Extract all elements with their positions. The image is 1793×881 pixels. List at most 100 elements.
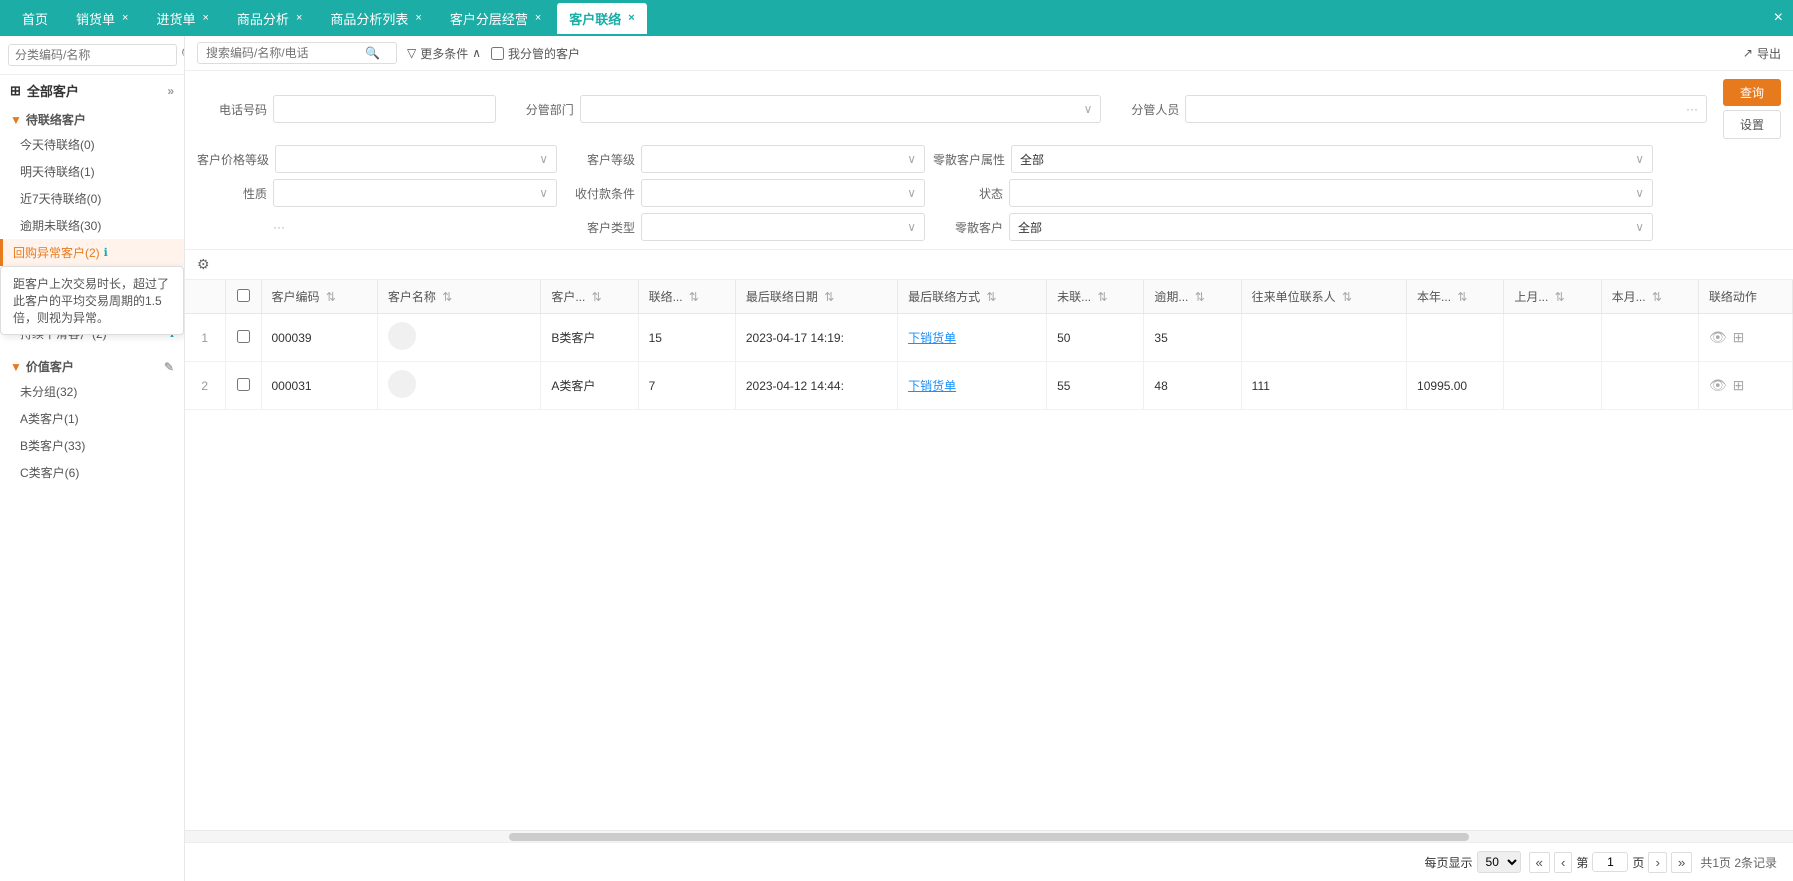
horizontal-scrollbar[interactable] [185,830,1793,842]
filter-gender: 性质 ∨ [197,179,557,207]
page-navigation: « ‹ 第 页 › » [1529,852,1693,873]
table-settings-icon[interactable]: ⚙ [197,256,210,273]
nav-customer-layered[interactable]: 客户分层经营 × [438,3,553,34]
col-num [185,280,225,314]
retail-customer-select[interactable]: 全部 ∨ [1009,213,1653,241]
query-button[interactable]: 查询 [1723,79,1781,106]
window-close-icon[interactable]: × [1774,9,1783,27]
per-page-select[interactable]: 50 [1477,851,1521,873]
col-code[interactable]: 客户编码 ⇅ [261,280,377,314]
col-name[interactable]: 客户名称 ⇅ [377,280,540,314]
first-page-button[interactable]: « [1529,852,1550,873]
nav-purchase-order[interactable]: 进货单 × [144,3,220,34]
retail-attr-select[interactable]: 全部 ∨ [1011,145,1653,173]
col-customer-type[interactable]: 客户... ⇅ [541,280,638,314]
select-all-checkbox[interactable] [237,289,250,302]
col-last-method[interactable]: 最后联络方式 ⇅ [898,280,1047,314]
filter-bar: 🔍 ▽ 更多条件 ∧ 我分管的客户 ↗ 导出 [185,36,1793,71]
action-eye-icon-2[interactable]: 👁 [1709,377,1727,394]
person-select[interactable]: ··· [1185,95,1707,123]
prev-page-button[interactable]: ‹ [1554,852,1572,873]
row-action-1: 👁 ⊞ [1698,314,1792,362]
filter-customer-level: 客户等级 ∨ [565,145,925,173]
nav-home[interactable]: 首页 [10,3,60,34]
filter-status: 状态 ∨ [933,179,1653,207]
pagination: 每页显示 50 « ‹ 第 页 › » 共1页 2条记录 [185,842,1793,881]
col-not-contacted[interactable]: 未联... ⇅ [1047,280,1144,314]
sidebar-item-7days[interactable]: 近7天待联络(0) [0,185,184,212]
sidebar-item-ungrouped[interactable]: 未分组(32) [0,378,184,405]
nav-sales-order[interactable]: 销货单 × [64,3,140,34]
row-last-method-1[interactable]: 下销货单 [898,314,1047,362]
nav-product-analysis[interactable]: 商品分析 × [225,3,314,34]
nav-close-product-analysis[interactable]: × [296,12,302,24]
info-icon-repurchase[interactable]: ℹ [104,246,108,259]
search-input[interactable] [206,46,361,60]
row-checkbox-2[interactable] [225,362,261,410]
row-checkbox-1[interactable] [225,314,261,362]
action-eye-icon-1[interactable]: 👁 [1709,329,1727,346]
nav-customer-contact[interactable]: 客户联络 × [557,3,646,34]
dept-select[interactable]: ∨ [580,95,1102,123]
status-select[interactable]: ∨ [1009,179,1653,207]
sidebar-collapse-icon[interactable]: » [167,84,174,98]
sort-icon-code: ⇅ [326,290,336,304]
sidebar-item-repurchase-abnormal[interactable]: 回购异常客户(2) ℹ [0,239,184,266]
nav-close-purchase[interactable]: × [202,12,208,24]
col-this-month[interactable]: 本月... ⇅ [1601,280,1698,314]
row-last-method-2[interactable]: 下销货单 [898,362,1047,410]
gender-select[interactable]: ∨ [273,179,557,207]
row-type-2: A类客户 [541,362,638,410]
col-contact-count[interactable]: 联络... ⇅ [638,280,735,314]
sidebar-item-today[interactable]: 今天待联络(0) [0,131,184,158]
sort-icon-overdue: ⇅ [1195,290,1205,304]
nav-close-product-list[interactable]: × [415,12,421,24]
row-last-month-2 [1504,362,1601,410]
nav-close-sales[interactable]: × [122,12,128,24]
sidebar-item-tomorrow[interactable]: 明天待联络(1) [0,158,184,185]
nav-product-analysis-list[interactable]: 商品分析列表 × [318,3,433,34]
scrollbar-thumb[interactable] [509,833,1469,841]
col-last-date[interactable]: 最后联络日期 ⇅ [735,280,897,314]
sidebar-search-button[interactable]: 🔍 [181,47,185,63]
export-button[interactable]: ↗ 导出 [1743,45,1781,62]
action-more-icon-1[interactable]: ⊞ [1733,329,1745,346]
my-customers-checkbox[interactable] [491,47,504,60]
action-more-icon-2[interactable]: ⊞ [1733,377,1745,394]
sidebar-group-pending[interactable]: ▼ 待联络客户 [0,106,184,131]
price-level-select[interactable]: ∨ [275,145,557,173]
col-action: 联络动作 [1698,280,1792,314]
sort-icon-this-month: ⇅ [1652,290,1662,304]
person-more-icon[interactable]: ··· [1686,102,1698,116]
settings-button[interactable]: 设置 [1723,110,1781,139]
nav-close-customer-layered[interactable]: × [535,12,541,24]
customer-type-select[interactable]: ∨ [641,213,925,241]
sidebar-search-input[interactable] [8,44,177,66]
row-select-2[interactable] [237,378,250,391]
customer-level-select[interactable]: ∨ [641,145,925,173]
method-link-2[interactable]: 下销货单 [908,379,956,393]
edit-icon-value[interactable]: ✎ [164,360,174,374]
search-icon[interactable]: 🔍 [365,46,380,60]
last-page-button[interactable]: » [1671,852,1692,873]
col-overdue[interactable]: 逾期... ⇅ [1144,280,1241,314]
col-contacts[interactable]: 往来单位联系人 ⇅ [1241,280,1406,314]
col-last-month[interactable]: 上月... ⇅ [1504,280,1601,314]
sidebar-item-class-b[interactable]: B类客户(33) [0,432,184,459]
nav-close-customer-contact[interactable]: × [628,12,634,24]
sidebar-item-overdue[interactable]: 逾期未联络(30) [0,212,184,239]
status-dropdown-icon: ∨ [1635,186,1644,200]
sidebar-item-class-c[interactable]: C类客户(6) [0,459,184,486]
more-filters-icon[interactable]: ··· [273,220,285,234]
col-this-year[interactable]: 本年... ⇅ [1407,280,1504,314]
more-conditions-button[interactable]: ▽ 更多条件 ∧ [407,45,481,62]
page-input[interactable] [1592,852,1628,872]
row-select-1[interactable] [237,330,250,343]
sidebar-item-class-a[interactable]: A类客户(1) [0,405,184,432]
sort-icon-last-month: ⇅ [1555,290,1565,304]
method-link-1[interactable]: 下销货单 [908,331,956,345]
sidebar-all-customers[interactable]: ⊞ 全部客户 » [0,75,184,106]
next-page-button[interactable]: › [1648,852,1666,873]
payment-select[interactable]: ∨ [641,179,925,207]
phone-input[interactable] [273,95,496,123]
